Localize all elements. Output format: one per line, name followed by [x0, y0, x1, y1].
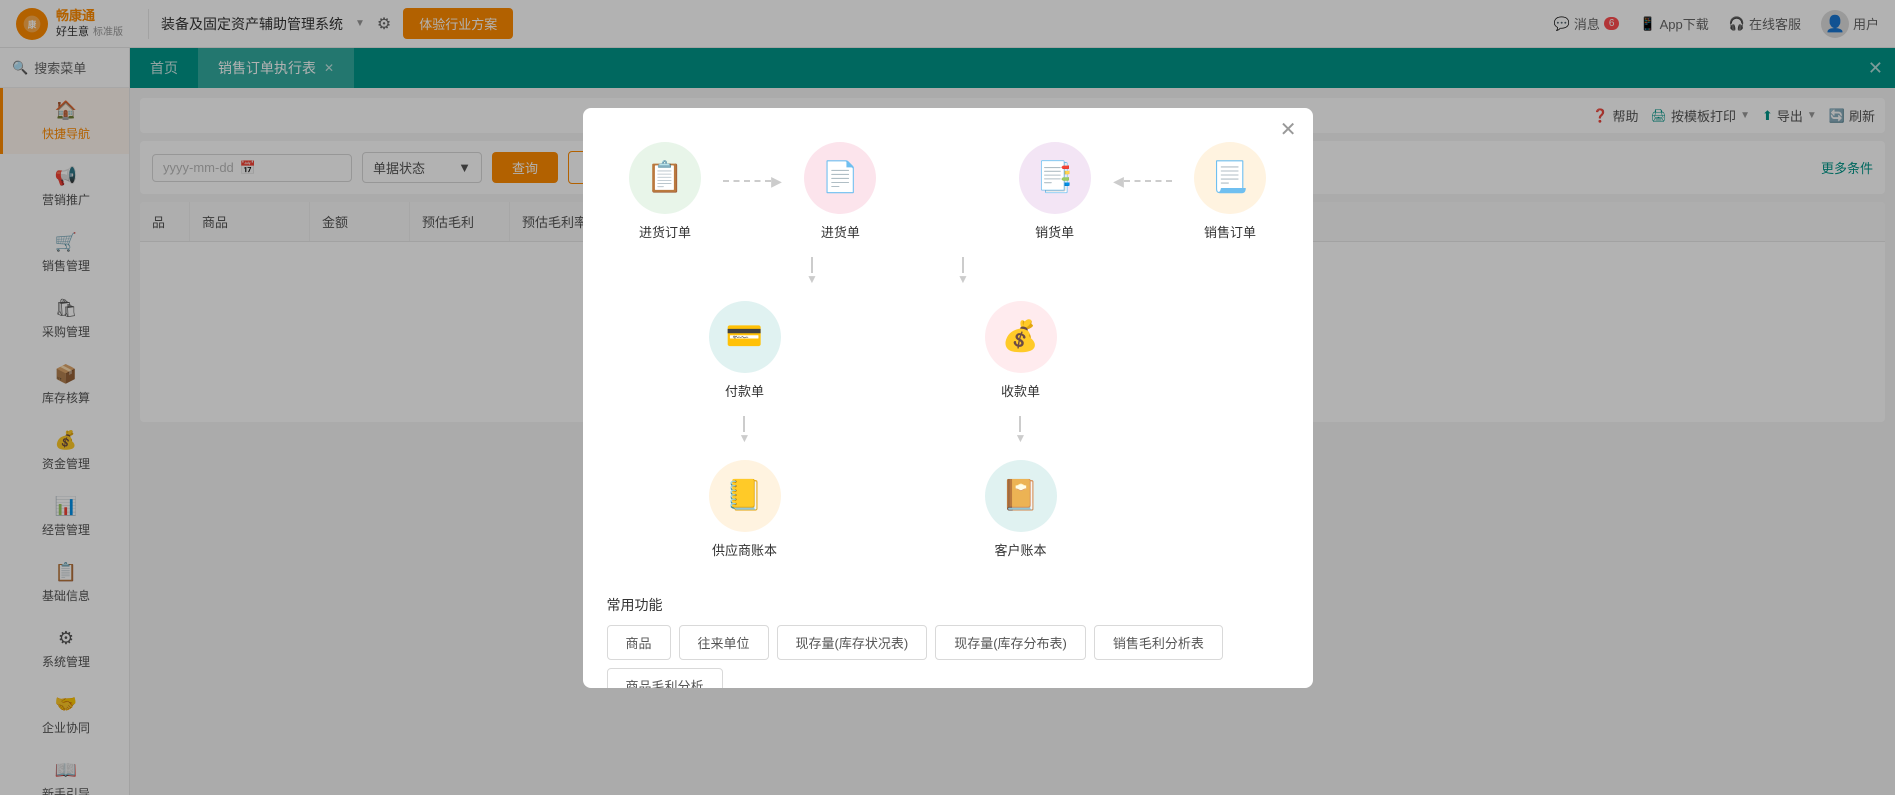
customer-ledger-circle: 📔	[985, 460, 1057, 532]
varrow3: ▼	[739, 432, 751, 444]
content-area: 首页 销售订单执行表 ✕ ✕ ❓ 帮助 🖨	[130, 48, 1895, 795]
flow-item-sales-order[interactable]: 📃 销售订单	[1172, 142, 1289, 241]
flow-item-purchase-order[interactable]: 📋 进货订单	[607, 142, 724, 241]
modal-box: ✕ 📋 进货订单	[583, 108, 1313, 688]
modal-overlay[interactable]: ✕ 📋 进货订单	[130, 88, 1895, 795]
vline3	[743, 416, 745, 432]
supplier-ledger-circle: 📒	[709, 460, 781, 532]
vline2	[962, 257, 964, 273]
sales-order-circle: 📃	[1194, 142, 1266, 214]
flow-item-supplier-ledger[interactable]: 📒 供应商账本	[685, 460, 805, 559]
flow-item-payment[interactable]: 💳 付款单	[685, 301, 805, 400]
sales-bill-circle: 📑	[1019, 142, 1091, 214]
arrowhead2: ◀	[1113, 173, 1124, 190]
varrow4: ▼	[1015, 432, 1027, 444]
flow-row-1: 📋 进货订单 ▶	[607, 142, 1289, 241]
customer-ledger-label: 客户账本	[994, 540, 1046, 559]
flow-row-3: 📒 供应商账本 📔 客户账本	[607, 460, 1289, 559]
vline1	[811, 257, 813, 273]
arrow-down-purchase: ▼	[806, 257, 818, 285]
arrowhead: ▶	[771, 173, 782, 190]
payment-label: 付款单	[725, 381, 764, 400]
func-btn-2[interactable]: 现存量(库存状况表)	[777, 625, 928, 660]
arrow-purchase-order-to-bill: ▶	[723, 173, 781, 190]
varrow2: ▼	[957, 273, 969, 285]
arrow-down-receipt: ▼	[1015, 416, 1027, 444]
receipt-label: 收款单	[1001, 381, 1040, 400]
flow-row-2: 💳 付款单 💰 收款单	[607, 301, 1289, 400]
purchase-order-circle: 📋	[629, 142, 701, 214]
line	[723, 180, 771, 182]
line2	[1124, 180, 1172, 182]
arrow-sales-order-to-bill: ◀	[1113, 173, 1171, 190]
varrow1: ▼	[806, 273, 818, 285]
vline4	[1019, 416, 1021, 432]
flow-item-purchase-bill[interactable]: 📄 进货单	[782, 142, 899, 241]
func-btns-row1: 商品 往来单位 现存量(库存状况表) 现存量(库存分布表) 销售毛利分析表 商品…	[607, 625, 1289, 688]
func-btn-3[interactable]: 现存量(库存分布表)	[935, 625, 1086, 660]
flow-item-receipt[interactable]: 💰 收款单	[961, 301, 1081, 400]
purchase-bill-circle: 📄	[804, 142, 876, 214]
modal-close-btn[interactable]: ✕	[1280, 120, 1297, 140]
func-btn-1[interactable]: 往来单位	[679, 625, 769, 660]
receipt-circle: 💰	[985, 301, 1057, 373]
payment-circle: 💳	[709, 301, 781, 373]
page-content: ❓ 帮助 🖨 按模板打印 ▼ ⬆ 导出 ▼ 🔄	[130, 88, 1895, 795]
sales-order-label: 销售订单	[1204, 222, 1256, 241]
common-funcs-title: 常用功能	[607, 595, 1289, 615]
purchase-order-label: 进货订单	[639, 222, 691, 241]
flow-item-sales-bill[interactable]: 📑 销货单	[996, 142, 1113, 241]
flow-item-customer-ledger[interactable]: 📔 客户账本	[961, 460, 1081, 559]
supplier-ledger-label: 供应商账本	[712, 540, 777, 559]
flow-row-arrows: ▼ ▼	[607, 257, 1289, 285]
common-funcs: 常用功能 商品 往来单位 现存量(库存状况表) 现存量(库存分布表) 销售毛利分…	[607, 595, 1289, 688]
func-btn-5[interactable]: 商品毛利分析	[607, 668, 723, 688]
purchase-bill-label: 进货单	[821, 222, 860, 241]
flow-diagram: 📋 进货订单 ▶	[607, 132, 1289, 579]
arrow-down-sales: ▼	[957, 257, 969, 285]
main-area: 🔍 搜索菜单 🏠 快捷导航 📢 营销推广 🛒 销售管理 🛍 采购管理 📦	[0, 48, 1895, 795]
arrow-down-payment: ▼	[739, 416, 751, 444]
func-btn-4[interactable]: 销售毛利分析表	[1094, 625, 1223, 660]
app-container: 康 畅康通 好生意标准版 装备及固定资产辅助管理系统 ▼ ⚙ 体验行业方案 💬 …	[0, 0, 1895, 795]
func-btn-0[interactable]: 商品	[607, 625, 671, 660]
sales-bill-label: 销货单	[1035, 222, 1074, 241]
flow-row-arrows2: ▼ ▼	[607, 416, 1289, 444]
